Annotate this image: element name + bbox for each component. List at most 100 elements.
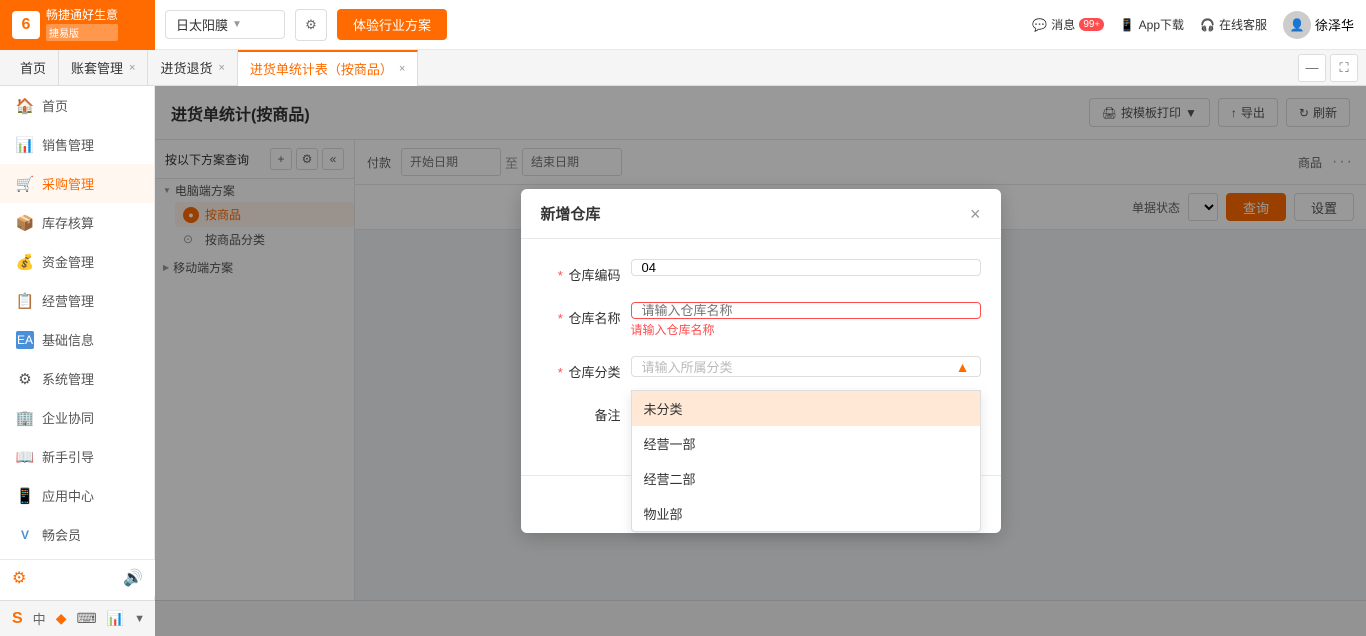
tab-purchase-return-close[interactable]: × <box>218 62 224 74</box>
sidebar-item-app-center[interactable]: 📱 应用中心 <box>0 476 154 515</box>
sidebar-item-inventory[interactable]: 📦 库存核算 <box>0 203 154 242</box>
app-download-button[interactable]: 📱 App下载 <box>1120 16 1184 33</box>
user-avatar: 👤 <box>1283 11 1311 39</box>
tab-bar: 首页 账套管理 × 进货退货 × 进货单统计表（按商品） × — ⛶ <box>0 50 1366 86</box>
form-row-name: * 仓库名称 请输入仓库名称 <box>541 302 981 338</box>
sidebar-item-vip[interactable]: V 畅会员 <box>0 515 154 554</box>
sidebar-item-enterprise[interactable]: 🏢 企业协同 <box>0 398 154 437</box>
category-label: * 仓库分类 <box>541 356 621 381</box>
name-wrapper: 请输入仓库名称 <box>631 302 981 338</box>
logo-icon: 6 <box>12 11 40 39</box>
home-icon: 🏠 <box>16 97 34 115</box>
code-input[interactable] <box>631 259 981 276</box>
dropdown-option-1[interactable]: 经营一部 <box>632 426 980 461</box>
sidebar-label-finance: 资金管理 <box>42 252 94 271</box>
form-row-code: * 仓库编码 <box>541 259 981 284</box>
name-input[interactable] <box>631 302 981 319</box>
modal-body: * 仓库编码 * 仓库名称 <box>521 239 1001 475</box>
bottom-keyboard-icon[interactable]: ⌨ <box>76 610 96 627</box>
name-error-msg: 请输入仓库名称 <box>631 321 981 338</box>
sidebar: 🏠 首页 📊 销售管理 🛒 采购管理 📦 库存核算 💰 资金管理 📋 经营管理 … <box>0 86 155 636</box>
sidebar-item-home[interactable]: 🏠 首页 <box>0 86 154 125</box>
dropdown-option-2[interactable]: 经营二部 <box>632 461 980 496</box>
tab-purchase-stats[interactable]: 进货单统计表（按商品） × <box>238 50 418 86</box>
category-placeholder: 请输入所属分类 <box>642 357 733 376</box>
main-layout: 🏠 首页 📊 销售管理 🛒 采购管理 📦 库存核算 💰 资金管理 📋 经营管理 … <box>0 86 1366 636</box>
finance-icon: 💰 <box>16 253 34 271</box>
modal-close-button[interactable]: × <box>970 205 981 223</box>
tab-home-label: 首页 <box>20 58 46 77</box>
form-row-category: * 仓库分类 请输入所属分类 ▲ 未分类 经营一部 经营二部 <box>541 356 981 381</box>
category-dropdown-list: 未分类 经营一部 经营二部 物业部 <box>631 390 981 532</box>
online-service-button[interactable]: 🎧 在线客服 <box>1200 16 1267 33</box>
sidebar-item-basic-info[interactable]: EA 基础信息 <box>0 320 154 359</box>
store-selector[interactable]: 日太阳膜 ▼ <box>165 10 285 39</box>
code-wrapper <box>631 259 981 276</box>
sidebar-label-purchase: 采购管理 <box>42 174 94 193</box>
sidebar-label-operations: 经营管理 <box>42 291 94 310</box>
sidebar-item-system[interactable]: ⚙ 系统管理 <box>0 359 154 398</box>
settings-bottom-icon[interactable]: ⚙ <box>12 568 26 588</box>
notification-badge: 99+ <box>1079 18 1103 31</box>
headset-icon: 🎧 <box>1200 18 1215 32</box>
settings-button[interactable]: ⚙ <box>295 9 327 41</box>
sidebar-item-operations[interactable]: 📋 经营管理 <box>0 281 154 320</box>
bottom-dropdown-icon[interactable]: ▼ <box>134 613 145 625</box>
tab-account[interactable]: 账套管理 × <box>59 50 148 86</box>
modal-overlay: 新增仓库 × * 仓库编码 <box>155 86 1366 636</box>
sidebar-label-basic-info: 基础信息 <box>42 330 94 349</box>
tab-expand-button[interactable]: ⛶ <box>1330 54 1358 82</box>
sidebar-label-guide: 新手引导 <box>42 447 94 466</box>
vip-icon: V <box>16 526 34 544</box>
sales-icon: 📊 <box>16 136 34 154</box>
tab-home[interactable]: 首页 <box>8 50 59 86</box>
new-warehouse-modal: 新增仓库 × * 仓库编码 <box>521 189 1001 533</box>
sidebar-label-sales: 销售管理 <box>42 135 94 154</box>
bottom-chart-icon[interactable]: 📊 <box>107 610 124 627</box>
sidebar-label-system: 系统管理 <box>42 369 94 388</box>
remark-label: 备注 <box>541 399 621 424</box>
operations-icon: 📋 <box>16 292 34 310</box>
tab-purchase-stats-label: 进货单统计表（按商品） <box>250 59 393 78</box>
enterprise-icon: 🏢 <box>16 409 34 427</box>
system-icon: ⚙ <box>16 370 34 388</box>
sidebar-item-guide[interactable]: 📖 新手引导 <box>0 437 154 476</box>
purchase-icon: 🛒 <box>16 175 34 193</box>
store-dropdown-arrow: ▼ <box>232 19 242 30</box>
volume-icon[interactable]: 🔊 <box>123 568 143 588</box>
user-name: 徐泽华 <box>1315 15 1354 34</box>
tab-actions: — ⛶ <box>1298 54 1358 82</box>
sidebar-item-finance[interactable]: 💰 资金管理 <box>0 242 154 281</box>
logo-area: 6 畅捷通好生意 捷易版 <box>0 0 155 50</box>
message-button[interactable]: 💬 消息 99+ <box>1032 16 1103 33</box>
tab-minimize-button[interactable]: — <box>1298 54 1326 82</box>
bottom-lang-icon[interactable]: 中 <box>33 609 46 628</box>
content-area: 进货单统计(按商品) 🖨 按模板打印 ▼ ↑ 导出 ↻ 刷新 <box>155 86 1366 636</box>
tab-purchase-stats-close[interactable]: × <box>399 63 405 75</box>
dropdown-option-0[interactable]: 未分类 <box>632 391 980 426</box>
top-bar: 6 畅捷通好生意 捷易版 日太阳膜 ▼ ⚙ 体验行业方案 💬 消息 99+ 📱 … <box>0 0 1366 50</box>
trial-button[interactable]: 体验行业方案 <box>337 9 447 40</box>
sidebar-label-enterprise: 企业协同 <box>42 408 94 427</box>
store-name: 日太阳膜 <box>176 15 228 34</box>
basic-info-icon: EA <box>16 331 34 349</box>
logo-text-group: 畅捷通好生意 捷易版 <box>46 8 118 41</box>
dropdown-option-3[interactable]: 物业部 <box>632 496 980 531</box>
category-dropdown-trigger[interactable]: 请输入所属分类 ▲ <box>631 356 981 377</box>
user-menu[interactable]: 👤 徐泽华 <box>1283 11 1354 39</box>
bottom-logo: S <box>12 610 23 628</box>
modal-title: 新增仓库 <box>541 203 601 224</box>
tab-purchase-return[interactable]: 进货退货 × <box>148 50 237 86</box>
sidebar-item-purchase[interactable]: 🛒 采购管理 <box>0 164 154 203</box>
message-label: 消息 <box>1051 16 1075 33</box>
sidebar-item-sales[interactable]: 📊 销售管理 <box>0 125 154 164</box>
sidebar-label-home: 首页 <box>42 96 68 115</box>
bottom-logo-s: S <box>12 610 23 628</box>
app-icon: 📱 <box>1120 18 1135 32</box>
tab-account-close[interactable]: × <box>129 62 135 74</box>
bottom-gem-icon[interactable]: ◆ <box>56 610 67 627</box>
name-label: * 仓库名称 <box>541 302 621 327</box>
brand-name: 畅捷通好生意 <box>46 8 118 24</box>
gear-icon: ⚙ <box>305 17 317 33</box>
modal-header: 新增仓库 × <box>521 189 1001 239</box>
